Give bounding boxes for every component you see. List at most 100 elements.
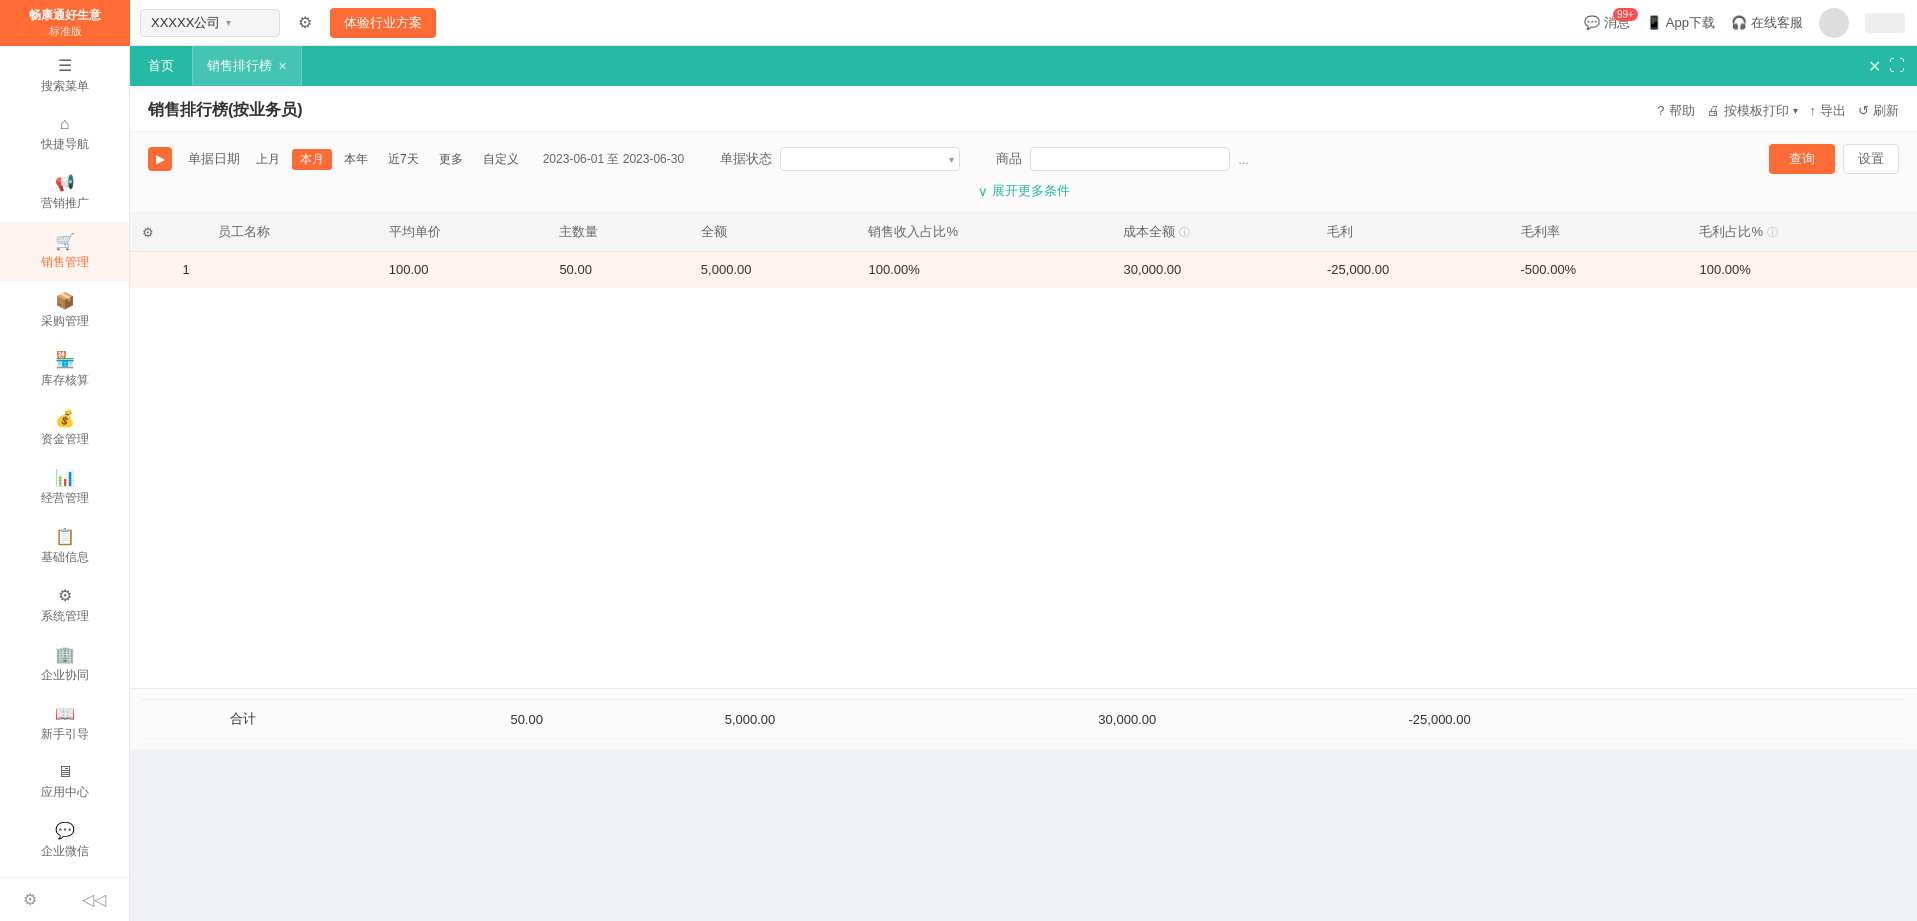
expand-more-button[interactable]: ∨ 展开更多条件 xyxy=(978,182,1070,200)
total-gross-cell: -25,000.00 xyxy=(1397,700,1724,739)
tab-home[interactable]: 首页 xyxy=(130,46,193,86)
main-content: 销售排行榜(按业务员) ? 帮助 🖨 按模板打印 ▾ xyxy=(130,86,1917,921)
tab-actions: ✕ ⛶ xyxy=(1868,46,1917,86)
user-avatar[interactable] xyxy=(1819,8,1849,38)
sidebar-item-wechat[interactable]: 💬 企业微信 xyxy=(0,811,129,870)
sidebar-item-purchase[interactable]: 📦 采购管理 xyxy=(0,281,129,340)
sidebar-collapse-icon[interactable]: ◁◁ xyxy=(78,886,110,913)
sidebar-item-marketing[interactable]: 📢 营销推广 xyxy=(0,163,129,222)
table-settings-gear-icon[interactable]: ⚙ xyxy=(142,225,154,240)
message-button[interactable]: 💬 消息 99+ xyxy=(1584,14,1630,32)
sidebar-item-enterprise[interactable]: 🏢 企业协同 xyxy=(0,635,129,694)
inventory-icon: 🏪 xyxy=(55,350,75,369)
date-opt-last-month[interactable]: 上月 xyxy=(248,149,288,170)
print-label: 按模板打印 xyxy=(1724,102,1789,120)
row-gross-rate-cell: -500.00% xyxy=(1509,252,1688,288)
total-gross-rate-cell xyxy=(1723,700,1814,739)
help-label: 帮助 xyxy=(1669,102,1695,120)
close-window-button[interactable]: ✕ xyxy=(1868,57,1881,76)
date-opt-last-7-days[interactable]: 近7天 xyxy=(380,149,427,170)
sidebar-item-system[interactable]: ⚙ 系统管理 xyxy=(0,576,129,635)
date-opt-more[interactable]: 更多 xyxy=(431,149,471,170)
sidebar-item-search[interactable]: ☰ 搜索菜单 xyxy=(0,46,129,105)
date-opt-this-month[interactable]: 本月 xyxy=(292,149,332,170)
company-selector[interactable]: XXXXX公司 ▾ xyxy=(140,9,280,37)
export-icon: ↑ xyxy=(1810,103,1817,118)
help-button[interactable]: ? 帮助 xyxy=(1657,102,1694,120)
username-label xyxy=(1865,13,1905,33)
refresh-button[interactable]: ↺ 刷新 xyxy=(1858,102,1899,120)
goods-input[interactable] xyxy=(1030,147,1230,171)
gross-pct-help-icon[interactable]: ⓘ xyxy=(1767,226,1778,238)
app-logo[interactable]: 畅康通好生意 标准版 xyxy=(29,7,101,39)
enterprise-icon: 🏢 xyxy=(55,645,75,664)
col-header-amount: 全额 xyxy=(689,213,857,252)
status-filter-group: 单据状态 xyxy=(720,147,960,171)
sidebar-settings-icon[interactable]: ⚙ xyxy=(19,886,41,913)
row-rank-cell: 1 xyxy=(166,252,206,288)
operation-icon: 📊 xyxy=(55,468,75,487)
row-gross-cell: -25,000.00 xyxy=(1315,252,1509,288)
total-rank-cell xyxy=(178,700,218,739)
col-header-name: 员工名称 xyxy=(206,213,377,252)
query-button[interactable]: 查询 xyxy=(1769,144,1835,174)
date-opt-custom[interactable]: 自定义 xyxy=(475,149,527,170)
sidebar-basicinfo-label: 基础信息 xyxy=(41,549,89,566)
app-download-button[interactable]: 📱 App下载 xyxy=(1646,14,1715,32)
col-header-qty: 主数量 xyxy=(547,213,688,252)
sidebar-item-sales[interactable]: 🛒 销售管理 xyxy=(0,222,129,281)
table-header-row: ⚙ 员工名称 平均单价 主数量 全额 销售收入占比% 成本全额 xyxy=(130,213,1917,252)
sidebar-item-operation[interactable]: 📊 经营管理 xyxy=(0,458,129,517)
col-header-settings[interactable]: ⚙ xyxy=(130,213,166,252)
date-opt-this-year[interactable]: 本年 xyxy=(336,149,376,170)
app-dl-label: App下载 xyxy=(1666,14,1715,32)
sidebar-search-label: 搜索菜单 xyxy=(41,78,89,95)
top-settings-button[interactable]: ⚙ xyxy=(290,8,320,38)
tab-bar: 首页 销售排行榜 ✕ ✕ ⛶ xyxy=(130,46,1917,86)
sidebar-item-finance[interactable]: 💰 资金管理 xyxy=(0,399,129,458)
sidebar-item-guide[interactable]: 📖 新手引导 xyxy=(0,694,129,753)
sales-icon: 🛒 xyxy=(55,232,75,251)
sidebar-nav: ☰ 搜索菜单 ⌂ 快捷导航 📢 营销推广 🛒 销售管理 📦 采 xyxy=(0,46,129,877)
data-table: ⚙ 员工名称 平均单价 主数量 全额 销售收入占比% 成本全额 xyxy=(130,213,1917,288)
sidebar-system-label: 系统管理 xyxy=(41,608,89,625)
content-area: 首页 销售排行榜 ✕ ✕ ⛶ 销售排行榜(按业务员) xyxy=(130,46,1917,921)
sidebar-item-apps[interactable]: 🖥 应用中心 xyxy=(0,753,129,811)
search-menu-icon: ☰ xyxy=(58,56,72,75)
online-service-button[interactable]: 🎧 在线客服 xyxy=(1731,14,1803,32)
tab-sales-rank[interactable]: 销售排行榜 ✕ xyxy=(193,46,302,86)
export-button[interactable]: ↑ 导出 xyxy=(1810,102,1847,120)
col-header-gross-rate: 毛利率 xyxy=(1509,213,1688,252)
sidebar-item-inventory[interactable]: 🏪 库存核算 xyxy=(0,340,129,399)
print-icon: 🖨 xyxy=(1707,103,1720,118)
tab-close-icon[interactable]: ✕ xyxy=(278,60,287,73)
trial-button[interactable]: 体验行业方案 xyxy=(330,8,436,38)
status-select[interactable] xyxy=(780,147,960,171)
total-label-cell: 合计 xyxy=(218,700,407,739)
logo-line1: 畅康通好生意 xyxy=(29,7,101,24)
sidebar-item-member[interactable]: V 畅会员 xyxy=(0,870,129,877)
table-container: ⚙ 员工名称 平均单价 主数量 全额 销售收入占比% 成本全额 xyxy=(130,213,1917,288)
row-sales-pct-cell: 100.00% xyxy=(856,252,1111,288)
print-button[interactable]: 🖨 按模板打印 ▾ xyxy=(1707,102,1798,120)
settings-button[interactable]: 设置 xyxy=(1843,144,1899,174)
cost-help-icon[interactable]: ⓘ xyxy=(1179,226,1190,238)
sidebar-item-basic-info[interactable]: 📋 基础信息 xyxy=(0,517,129,576)
col-header-avg-price: 平均单价 xyxy=(377,213,548,252)
filter-collapse-btn[interactable]: ▶ xyxy=(148,147,172,171)
tab-sales-rank-label: 销售排行榜 xyxy=(207,57,272,75)
sidebar-item-quick-nav[interactable]: ⌂ 快捷导航 xyxy=(0,105,129,163)
sidebar-sales-label: 销售管理 xyxy=(41,254,89,271)
total-cost-cell: 30,000.00 xyxy=(1086,700,1396,739)
phone-icon: 📱 xyxy=(1646,15,1662,30)
total-sales-pct-cell xyxy=(995,700,1086,739)
message-badge: 99+ xyxy=(1613,8,1638,21)
goods-more-icon[interactable]: ... xyxy=(1238,152,1249,167)
col-header-gross: 毛利 xyxy=(1315,213,1509,252)
maximize-button[interactable]: ⛶ xyxy=(1889,57,1905,75)
page-title: 销售排行榜(按业务员) xyxy=(148,100,303,121)
online-svc-label: 在线客服 xyxy=(1751,14,1803,32)
col-header-rank xyxy=(166,213,206,252)
top-bar: 畅康通好生意 标准版 XXXXX公司 ▾ ⚙ 体验行业方案 💬 消息 99+ 📱… xyxy=(0,0,1917,46)
guide-icon: 📖 xyxy=(55,704,75,723)
